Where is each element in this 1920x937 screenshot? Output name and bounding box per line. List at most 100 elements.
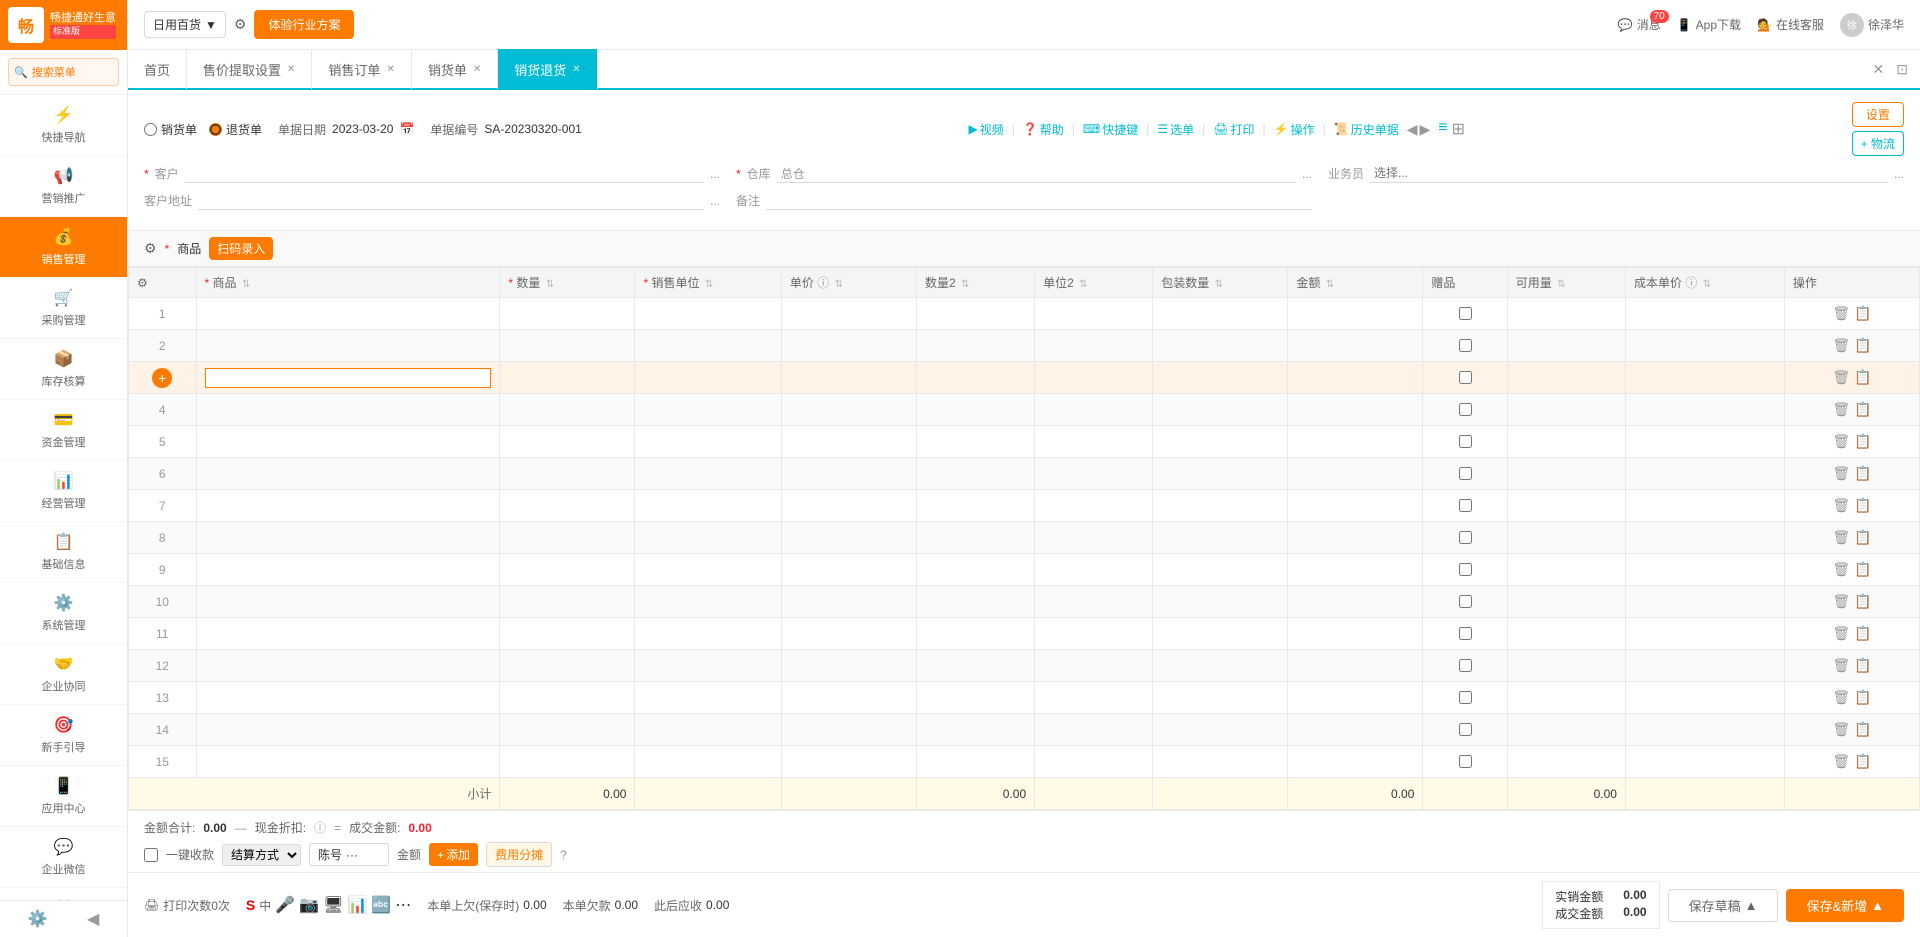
search-menu-button[interactable]: 🔍 搜索菜单 [8,58,119,86]
cell-gift-4[interactable] [1423,394,1507,426]
table-settings-icon[interactable]: ⚙ [144,240,157,257]
cell-qty2-5[interactable] [916,426,1034,458]
cell-price-3[interactable] [781,362,916,394]
copy-row-9-icon[interactable]: 📋 [1854,561,1871,578]
cell-cost-5[interactable] [1625,426,1784,458]
help-action[interactable]: ❓ 帮助 [1023,121,1064,138]
message-button[interactable]: 💬 消息 70 [1618,16,1661,33]
cell-cost-4[interactable] [1625,394,1784,426]
cell-qty-5[interactable] [500,426,635,458]
cell-avail-7[interactable] [1507,490,1625,522]
delete-row-5-icon[interactable]: 🗑 [1832,433,1850,450]
copy-row-7-icon[interactable]: 📋 [1854,497,1871,514]
more-tools-icon[interactable]: ⋯ [395,895,411,915]
copy-row-2-icon[interactable]: 📋 [1854,337,1871,354]
delete-row-13-icon[interactable]: 🗑 [1832,689,1850,706]
cell-goods-15[interactable] [196,746,500,778]
prev-arrow[interactable]: ◀ [1407,121,1418,138]
cell-unit-8[interactable] [635,522,781,554]
cell-unit-1[interactable] [635,298,781,330]
select-action[interactable]: ☰ 选单 [1157,121,1194,138]
cell-qty-13[interactable] [500,682,635,714]
copy-row-8-icon[interactable]: 📋 [1854,529,1871,546]
cell-amount-9[interactable] [1288,554,1423,586]
add-row-button-3[interactable]: + [152,368,172,388]
cell-gift-2[interactable] [1423,330,1507,362]
sidebar-item-member[interactable]: 👑 畅会员 [0,888,127,900]
cell-gift-15[interactable] [1423,746,1507,778]
cell-qty2-10[interactable] [916,586,1034,618]
gift-checkbox-15[interactable] [1459,755,1472,768]
cell-cost-11[interactable] [1625,618,1784,650]
radio-return-input[interactable] [209,123,222,136]
copy-row-15-icon[interactable]: 📋 [1854,753,1871,770]
calendar-icon[interactable]: 📅 [399,122,414,136]
gift-checkbox-2[interactable] [1459,339,1472,352]
cell-amount-1[interactable] [1288,298,1423,330]
delete-row-12-icon[interactable]: 🗑 [1832,657,1850,674]
cell-cost-8[interactable] [1625,522,1784,554]
cell-unit2-8[interactable] [1035,522,1153,554]
warehouse-input[interactable] [777,164,1296,183]
camera-icon[interactable]: 📷 [299,895,319,915]
cell-qty-12[interactable] [500,650,635,682]
tab-sale-order[interactable]: 销售订单 ✕ [312,49,411,89]
settings-gear-icon[interactable]: ⚙ [234,16,247,33]
cell-qty2-4[interactable] [916,394,1034,426]
cell-qty-1[interactable] [500,298,635,330]
cell-unit-14[interactable] [635,714,781,746]
screen-icon[interactable]: 🖥 [323,895,343,915]
sidebar-item-inventory[interactable]: 📦 库存核算 [0,339,127,400]
cell-gift-12[interactable] [1423,650,1507,682]
sidebar-item-marketing[interactable]: 📢 营销推广 [0,156,127,217]
barcode-icon[interactable]: 📊 [347,895,367,915]
cell-qty2-7[interactable] [916,490,1034,522]
cell-price-7[interactable] [781,490,916,522]
translate-icon[interactable]: 🔤 [371,895,391,915]
cell-pkgqty-15[interactable] [1153,746,1288,778]
cell-price-12[interactable] [781,650,916,682]
cell-unit-5[interactable] [635,426,781,458]
cell-avail-2[interactable] [1507,330,1625,362]
cell-avail-11[interactable] [1507,618,1625,650]
cell-goods-9[interactable] [196,554,500,586]
sidebar-item-enterprise[interactable]: 🤝 企业协同 [0,644,127,705]
delete-row-8-icon[interactable]: 🗑 [1832,529,1850,546]
tab-home[interactable]: 首页 [128,49,187,89]
cell-price-10[interactable] [781,586,916,618]
radio-sale[interactable]: 销货单 [144,121,197,138]
cell-goods-8[interactable] [196,522,500,554]
delete-row-9-icon[interactable]: 🗑 [1832,561,1850,578]
cell-qty-7[interactable] [500,490,635,522]
cell-qty-4[interactable] [500,394,635,426]
delete-row-1-icon[interactable]: 🗑 [1832,305,1850,322]
cell-goods-7[interactable] [196,490,500,522]
salesman-more-icon[interactable]: ... [1894,167,1904,181]
cell-gift-5[interactable] [1423,426,1507,458]
unit2-sort-icon[interactable]: ⇅ [1079,279,1087,290]
tab-close-sale-goods[interactable]: ✕ [473,64,481,75]
gift-checkbox-12[interactable] [1459,659,1472,672]
cell-unit2-5[interactable] [1035,426,1153,458]
history-action[interactable]: 📜 历史单据 [1334,121,1399,138]
cell-qty-2[interactable] [500,330,635,362]
cell-unit-12[interactable] [635,650,781,682]
cell-avail-12[interactable] [1507,650,1625,682]
cell-goods-11[interactable] [196,618,500,650]
cell-amount-6[interactable] [1288,458,1423,490]
cell-qty2-6[interactable] [916,458,1034,490]
delete-row-3-icon[interactable]: 🗑 [1832,369,1850,386]
cell-avail-13[interactable] [1507,682,1625,714]
radio-sale-input[interactable] [144,123,157,136]
cell-price-9[interactable] [781,554,916,586]
copy-row-5-icon[interactable]: 📋 [1854,433,1871,450]
qty2-sort-icon[interactable]: ⇅ [961,279,969,290]
gift-checkbox-10[interactable] [1459,595,1472,608]
cell-unit-11[interactable] [635,618,781,650]
gift-checkbox-8[interactable] [1459,531,1472,544]
warehouse-more-icon[interactable]: ... [1302,167,1312,181]
cell-avail-1[interactable] [1507,298,1625,330]
goods-input-3[interactable] [205,368,492,388]
cell-unit-4[interactable] [635,394,781,426]
expand-tab-button[interactable]: ⊡ [1892,59,1912,80]
